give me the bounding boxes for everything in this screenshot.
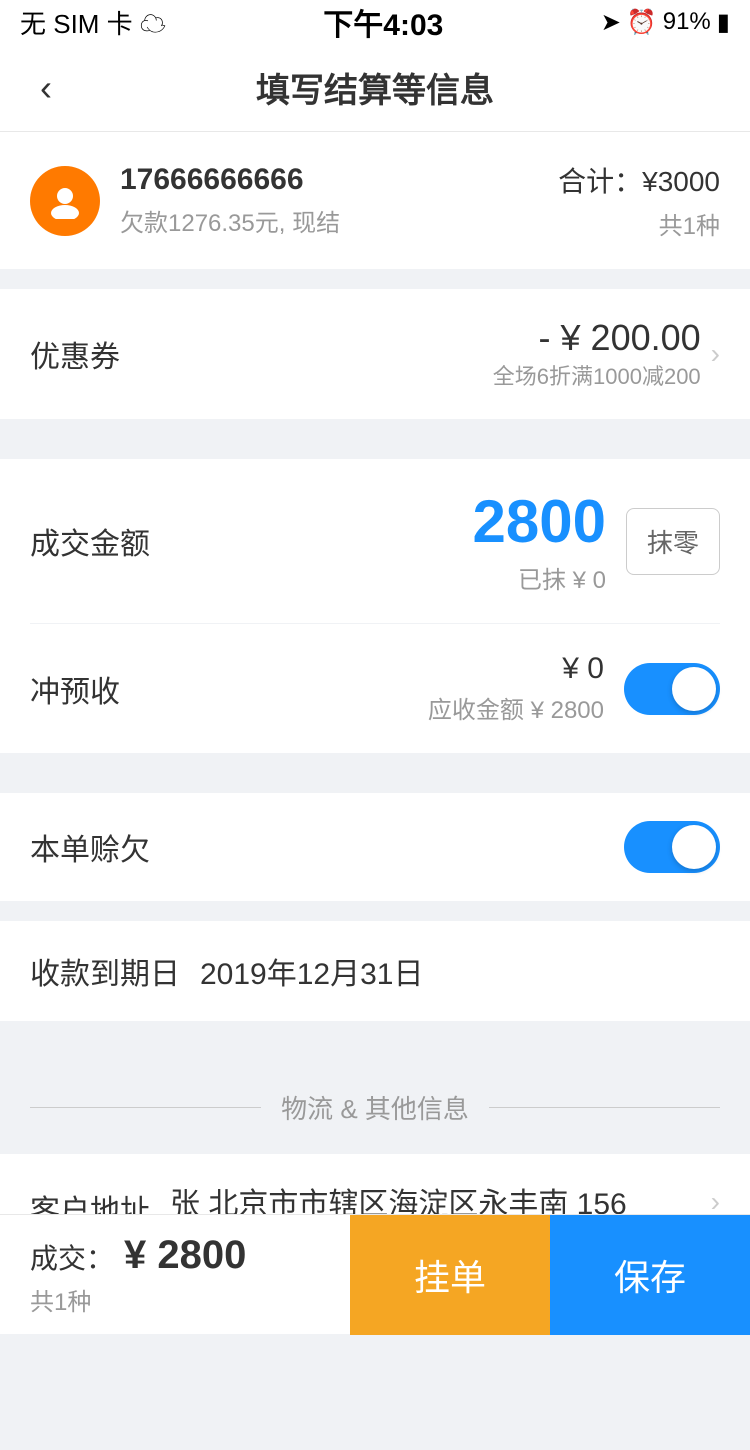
chevron-right-icon: › [711,338,720,370]
deal-amount-label: 成交金额 [30,519,150,563]
back-button[interactable]: ‹ [30,57,62,119]
coupon-label: 优惠券 [30,332,120,376]
item-count: 共1种 [558,206,720,241]
section-divider-3 [0,1041,750,1061]
location-icon: ➤ [601,8,621,37]
due-date-row: 收款到期日 2019年12月31日 [0,921,750,1021]
status-left: 无 SIM 卡 ☁ [20,4,166,41]
debt-section: 本单赊欠 [0,793,750,901]
customer-phone: 17666666666 [120,163,340,197]
precollect-amount-wrap: ¥ 0 应收金额 ¥ 2800 [428,652,604,725]
deal-sub: 已抹 ¥ 0 [473,560,606,595]
customer-card: 17666666666 欠款1276.35元, 现结 合计：¥3000 共1种 [0,132,750,269]
bottom-summary: 成交： ¥ 2800 共1种 [0,1233,350,1317]
alarm-icon: ⏰ [627,8,657,37]
precollect-amount: ¥ 0 [428,652,604,686]
customer-sub: 欠款1276.35元, 现结 [120,203,340,238]
hold-order-button[interactable]: 挂单 [350,1215,550,1335]
bottom-deal-label: 成交： [30,1237,114,1277]
customer-left: 17666666666 欠款1276.35元, 现结 [30,163,340,238]
coupon-desc: 全场6折满1000减200 [493,359,701,391]
total-amount: 合计：¥3000 [558,160,720,200]
battery-icon: ▮ [717,8,730,37]
deal-amount-value: 2800 [473,488,606,555]
logistics-line-right [489,1107,720,1108]
debt-row: 本单赊欠 [0,793,750,901]
logistics-line-left [30,1107,261,1108]
coupon-amount: - ¥ 200.00 [493,317,701,359]
precollect-label: 冲预收 [30,667,120,711]
deal-section: 成交金额 2800 已抹 ¥ 0 抹零 冲预收 ¥ 0 应收金额 ¥ 2800 [0,459,750,753]
save-button[interactable]: 保存 [550,1215,750,1335]
status-bar: 无 SIM 卡 ☁ 下午4:03 ➤ ⏰ 91% ▮ [0,0,750,44]
precollect-row: 冲预收 ¥ 0 应收金额 ¥ 2800 [0,624,750,753]
coupon-right: - ¥ 200.00 全场6折满1000减200 › [493,317,720,391]
logistics-header: 物流 & 其他信息 [0,1061,750,1154]
debt-label: 本单赊欠 [30,825,150,869]
deal-amount-row: 成交金额 2800 已抹 ¥ 0 抹零 [0,459,750,623]
deal-amount-right: 2800 已抹 ¥ 0 抹零 [473,487,721,595]
bottom-bar: 成交： ¥ 2800 共1种 挂单 保存 [0,1214,750,1334]
bottom-deal-amount: ¥ 2800 [124,1233,246,1278]
battery-level: 91% [663,8,711,36]
section-divider [0,439,750,459]
section-divider-2 [0,773,750,793]
avatar [30,166,100,236]
logistics-title: 物流 & 其他信息 [281,1089,469,1126]
due-date-label: 收款到期日 [30,949,180,993]
bottom-deal: 成交： ¥ 2800 [30,1233,320,1278]
deal-amount-wrap: 2800 已抹 ¥ 0 [473,487,606,595]
precollect-sub: 应收金额 ¥ 2800 [428,690,604,725]
precollect-toggle[interactable] [624,663,720,715]
page-title: 填写结算等信息 [256,63,494,112]
customer-total: 合计：¥3000 共1种 [558,160,720,241]
bottom-count: 共1种 [30,1282,320,1317]
customer-info: 17666666666 欠款1276.35元, 现结 [120,163,340,238]
nav-bar: ‹ 填写结算等信息 [0,44,750,132]
due-date-value: 2019年12月31日 [200,949,423,993]
debt-toggle[interactable] [624,821,720,873]
status-time: 下午4:03 [323,0,443,44]
coupon-value: - ¥ 200.00 全场6折满1000减200 [493,317,701,391]
status-right: ➤ ⏰ 91% ▮ [601,8,730,37]
precollect-right: ¥ 0 应收金额 ¥ 2800 [428,652,720,725]
round-zero-button[interactable]: 抹零 [626,508,720,575]
coupon-row[interactable]: 优惠券 - ¥ 200.00 全场6折满1000减200 › [0,289,750,419]
sim-status: 无 SIM 卡 ☁ [20,4,166,41]
